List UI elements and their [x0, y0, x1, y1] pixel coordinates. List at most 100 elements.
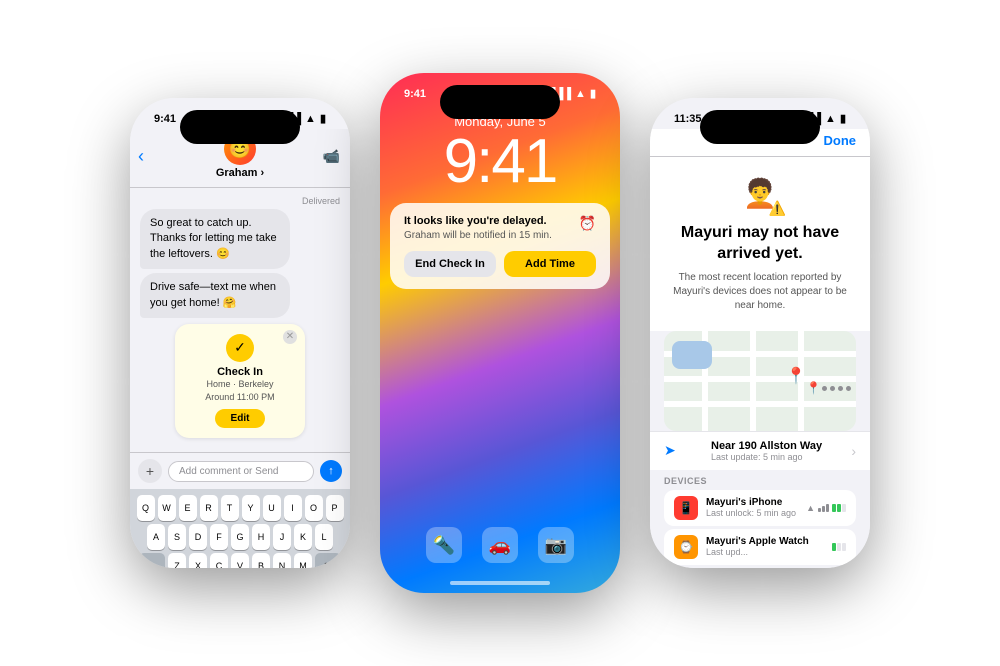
key-l[interactable]: L: [315, 524, 333, 550]
mayuri-alert-subtitle: The most recent location reported by May…: [664, 271, 856, 313]
location-subtitle: Last update: 5 min ago: [711, 452, 822, 462]
key-c[interactable]: C: [210, 553, 228, 568]
checkin-edit-button[interactable]: Edit: [215, 409, 266, 428]
delivered-label: Delivered: [140, 196, 340, 206]
key-b[interactable]: B: [252, 553, 270, 568]
key-delete[interactable]: ⌫: [315, 553, 341, 568]
key-u[interactable]: U: [263, 495, 281, 521]
location-title: Near 190 Allston Way: [711, 440, 822, 452]
location-row[interactable]: ➤ Near 190 Allston Way Last update: 5 mi…: [650, 431, 870, 470]
key-n[interactable]: N: [273, 553, 291, 568]
home-indicator-2: [450, 581, 550, 585]
iphone-status-icons: ▲: [806, 503, 846, 513]
key-h[interactable]: H: [252, 524, 270, 550]
key-p[interactable]: P: [326, 495, 344, 521]
mayuri-alert-title: Mayuri may not havearrived yet.: [664, 223, 856, 265]
driving-dock-icon[interactable]: 🚗: [482, 527, 518, 563]
attachment-button[interactable]: +: [138, 459, 162, 483]
messages-input-area: + Add comment or Send ↑: [130, 452, 350, 489]
end-checkin-button[interactable]: End Check In: [404, 251, 496, 277]
key-shift[interactable]: ⇧: [139, 553, 165, 568]
iphone-device-name: Mayuri's iPhone: [706, 497, 796, 508]
done-button[interactable]: Done: [824, 133, 857, 148]
iphone-battery: [832, 504, 846, 512]
watch-status-icons: [832, 543, 846, 551]
back-button[interactable]: ‹: [138, 146, 144, 167]
notif-title: It looks like you're delayed.: [404, 215, 596, 227]
map-pin-current: 📍: [806, 381, 821, 395]
map-water-body: [672, 341, 712, 369]
lockscreen-dock: 🔦 🚗 📷: [426, 527, 574, 563]
key-g[interactable]: G: [231, 524, 249, 550]
findmy-body: 🧑‍🦱 Mayuri may not havearrived yet. The …: [650, 157, 870, 331]
video-call-button[interactable]: 📹: [323, 148, 340, 165]
checkin-title: Check In: [185, 366, 295, 378]
notif-buttons: End Check In Add Time: [404, 251, 596, 277]
wifi-icon-1: ▲: [305, 113, 316, 125]
devices-section: DEVICES 📱 Mayuri's iPhone Last unlock: 5…: [650, 470, 870, 568]
map-preview[interactable]: 📍 📍: [664, 331, 856, 431]
battery-icon-2: ▮: [590, 87, 596, 100]
key-e[interactable]: E: [179, 495, 197, 521]
keyboard-row-3: ⇧ Z X C V B N M ⌫: [134, 553, 346, 568]
key-d[interactable]: D: [189, 524, 207, 550]
keyboard-row-1: Q W E R T Y U I O P: [134, 495, 346, 521]
phone-messages: 9:41 ▐▐▐ ▲ ▮ ‹ Graham › 📹 Delivered So g…: [130, 98, 350, 568]
iphone-device-icon: 📱: [674, 496, 698, 520]
key-f[interactable]: F: [210, 524, 228, 550]
dynamic-island-3: [700, 110, 820, 144]
keyboard: Q W E R T Y U I O P A S D F G H J K L: [130, 489, 350, 568]
key-w[interactable]: W: [158, 495, 176, 521]
checkin-card: ✕ ✓ Check In Home · Berkeley Around 11:0…: [175, 324, 305, 438]
key-y[interactable]: Y: [242, 495, 260, 521]
watch-device-icon: ⌚: [674, 535, 698, 559]
contact-name[interactable]: Graham ›: [216, 167, 264, 179]
status-time-3: 11:35: [674, 113, 702, 125]
key-k[interactable]: K: [294, 524, 312, 550]
map-grid: 📍 📍: [664, 331, 856, 431]
message-bubble-2: Drive safe—text me when you get home! 🤗: [140, 273, 290, 318]
add-time-button[interactable]: Add Time: [504, 251, 596, 277]
phone-findmy: 11:35 ▐▐▐ ▲ ▮ Done 🧑‍🦱 Mayuri may not ha…: [650, 98, 870, 568]
watch-device-status: Last upd...: [706, 547, 809, 557]
watch-device-name: Mayuri's Apple Watch: [706, 536, 809, 547]
iphone-device-status: Last unlock: 5 min ago: [706, 508, 796, 518]
checkin-checkmark-icon: ✓: [226, 334, 254, 362]
key-t[interactable]: T: [221, 495, 239, 521]
location-arrow-icon: ➤: [664, 442, 676, 459]
map-path-dots: [822, 386, 851, 391]
flashlight-dock-icon[interactable]: 🔦: [426, 527, 462, 563]
notif-subtitle: Graham will be notified in 15 min.: [404, 230, 596, 241]
battery-icon-1: ▮: [320, 112, 326, 125]
camera-dock-icon[interactable]: 📷: [538, 527, 574, 563]
map-pin-destination: 📍: [786, 366, 806, 386]
notif-emoji-icon: ⏰: [579, 215, 596, 232]
checkin-close-button[interactable]: ✕: [283, 330, 297, 344]
key-j[interactable]: J: [273, 524, 291, 550]
iphone-signal-bars: [818, 504, 829, 512]
key-i[interactable]: I: [284, 495, 302, 521]
key-q[interactable]: Q: [137, 495, 155, 521]
battery-icon-3: ▮: [840, 112, 846, 125]
watch-device-info: Mayuri's Apple Watch Last upd...: [706, 536, 809, 557]
iphone-wifi-icon: ▲: [806, 503, 815, 513]
key-z[interactable]: Z: [168, 553, 186, 568]
key-m[interactable]: M: [294, 553, 312, 568]
message-input[interactable]: Add comment or Send: [168, 461, 314, 482]
wifi-icon-3: ▲: [825, 113, 836, 125]
key-s[interactable]: S: [168, 524, 186, 550]
key-o[interactable]: O: [305, 495, 323, 521]
send-button[interactable]: ↑: [320, 460, 342, 482]
dynamic-island-2: [440, 85, 560, 119]
location-info: Near 190 Allston Way Last update: 5 min …: [711, 440, 822, 462]
checkin-notification-card: ⏰ It looks like you're delayed. Graham w…: [390, 203, 610, 289]
wifi-icon-2: ▲: [575, 88, 586, 100]
key-r[interactable]: R: [200, 495, 218, 521]
key-v[interactable]: V: [231, 553, 249, 568]
key-x[interactable]: X: [189, 553, 207, 568]
location-chevron-icon: ›: [851, 443, 856, 459]
checkin-location: Home · Berkeley Around 11:00 PM: [185, 378, 295, 403]
key-a[interactable]: A: [147, 524, 165, 550]
dynamic-island-1: [180, 110, 300, 144]
message-bubble-1: So great to catch up. Thanks for letting…: [140, 209, 290, 269]
